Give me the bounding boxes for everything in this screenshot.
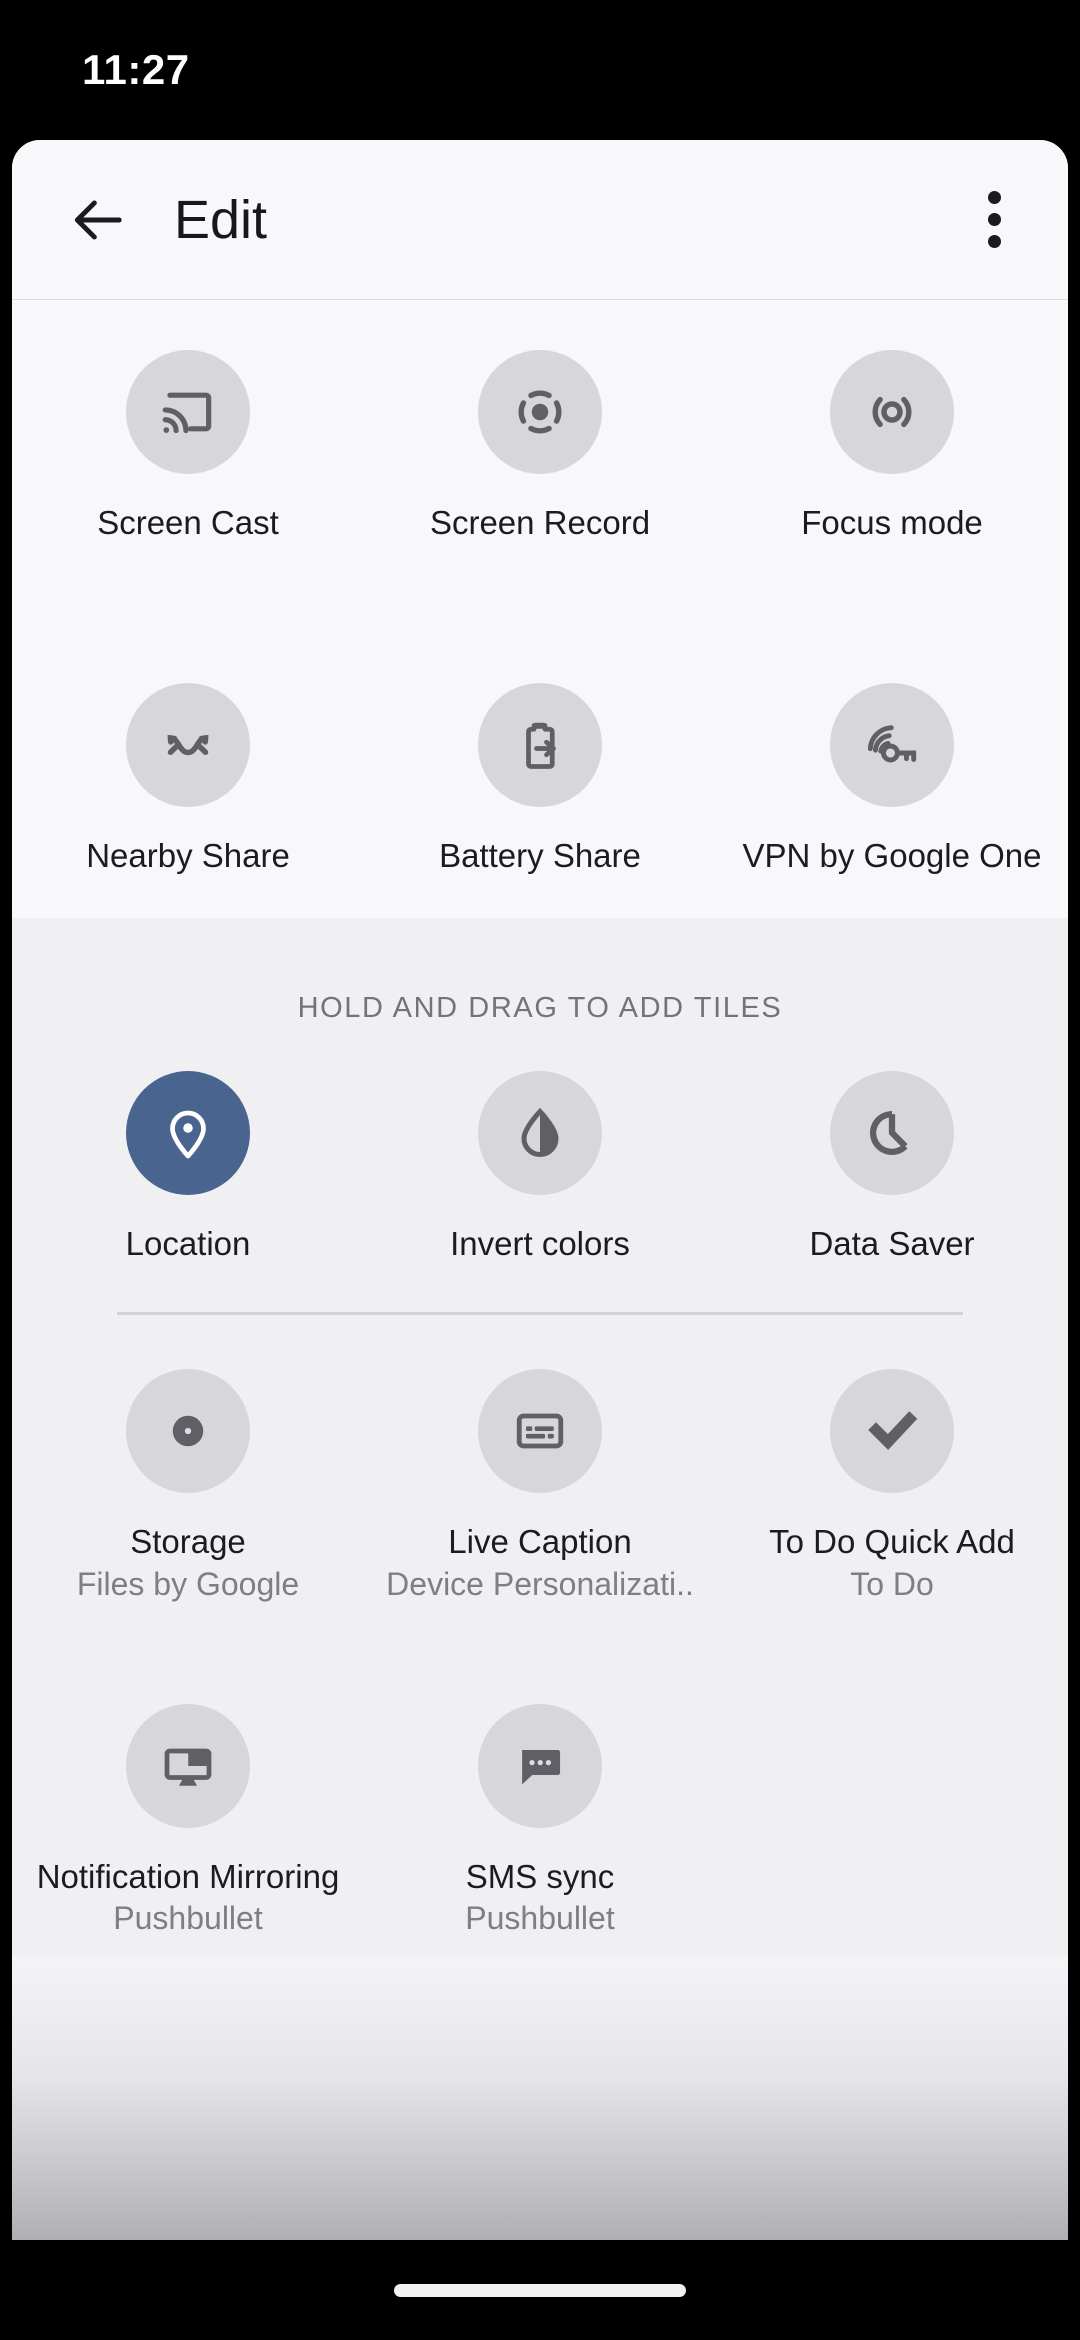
tile-label: VPN by Google One (742, 836, 1042, 874)
tile-label: Screen Cast (97, 504, 279, 541)
tile-row: Location Invert colors Data Saver (12, 1041, 1068, 1282)
system-nav-bar (0, 2240, 1080, 2340)
tile-vpn-by-google-one[interactable]: VPN by Google One (716, 653, 1068, 894)
status-bar-clock: 11:27 (82, 46, 190, 93)
phone-screen: 11:27 Edit Screen Cast Screen Record Foc… (0, 0, 1080, 2340)
tile-nearby-share[interactable]: Nearby Share (12, 653, 364, 894)
tile-screen-cast[interactable]: Screen Cast (12, 320, 364, 561)
tile-notification-mirroring[interactable]: Notification Mirroring Pushbullet (12, 1674, 364, 1957)
add-tiles-section: HOLD AND DRAG TO ADD TILES Location Inve… (12, 917, 1068, 1957)
tile-icon-wrap (830, 682, 954, 807)
tile-data-saver[interactable]: Data Saver (716, 1041, 1068, 1282)
tile-icon-wrap (830, 1070, 954, 1195)
storage-disc-icon (158, 1401, 218, 1461)
more-vert-icon (987, 191, 1001, 248)
battery-share-icon (510, 715, 570, 775)
tile-icon-wrap (126, 1703, 250, 1828)
tile-label: Notification Mirroring (36, 1857, 340, 1895)
tile-label: Live Caption (448, 1522, 632, 1560)
tile-icon-wrap (478, 1070, 602, 1195)
tile-battery-share[interactable]: Battery Share (364, 653, 716, 894)
invert-colors-icon (510, 1103, 570, 1163)
tile-label: SMS sync (465, 1857, 615, 1895)
tile-location[interactable]: Location (12, 1041, 364, 1282)
home-indicator[interactable] (394, 2283, 686, 2297)
vpn-key-icon (861, 714, 923, 776)
check-icon (862, 1401, 922, 1461)
section-divider-wrap (12, 1282, 1068, 1315)
row-spacer (12, 1622, 1068, 1674)
tile-screen-record[interactable]: Screen Record (364, 320, 716, 561)
current-tiles-section: Screen Cast Screen Record Focus mode Nea… (12, 300, 1068, 918)
tile-icon-wrap (478, 1368, 602, 1493)
tile-icon-wrap (126, 350, 250, 474)
tile-icon-wrap (126, 1368, 250, 1493)
tile-label: To Do Quick Add (769, 1522, 1015, 1560)
tile-label: Screen Record (429, 504, 651, 541)
scroll-fade-overlay (12, 1960, 1068, 2240)
add-tiles-section-header: HOLD AND DRAG TO ADD TILES (297, 991, 783, 1024)
status-bar: 11:27 (0, 0, 1080, 140)
app-bar: Edit (12, 140, 1068, 300)
sms-bubble-icon (511, 1737, 569, 1795)
monitor-notification-icon (158, 1736, 218, 1796)
tile-row: Screen Cast Screen Record Focus mode (12, 320, 1068, 561)
tile-label: Battery Share (439, 836, 641, 874)
tile-storage[interactable]: Storage Files by Google (12, 1339, 364, 1622)
focus-mode-icon (861, 381, 923, 443)
tile-label: Storage (130, 1522, 246, 1560)
tile-sublabel: To Do (850, 1565, 934, 1602)
tile-icon-wrap (830, 1368, 954, 1493)
page-title: Edit (174, 189, 268, 250)
arrow-back-icon (67, 189, 129, 251)
tile-sms-sync[interactable]: SMS sync Pushbullet (364, 1674, 716, 1957)
screen-record-icon (509, 381, 571, 443)
tiles-scroll-area[interactable]: Screen Cast Screen Record Focus mode Nea… (12, 300, 1068, 2240)
tile-live-caption[interactable]: Live Caption Device Personalizati.. (364, 1339, 716, 1622)
overflow-menu-button[interactable] (954, 172, 1034, 268)
tile-label: Data Saver (809, 1224, 975, 1262)
back-button[interactable] (50, 172, 146, 268)
tile-sublabel: Pushbullet (465, 1900, 615, 1937)
tile-icon-wrap (126, 1070, 250, 1195)
tile-focus-mode[interactable]: Focus mode (716, 320, 1068, 561)
tile-label: Location (125, 1224, 251, 1262)
tile-sublabel: Device Personalizati.. (386, 1565, 694, 1602)
tile-icon-wrap (478, 1703, 602, 1828)
tile-label: Invert colors (450, 1224, 630, 1262)
tile-icon-wrap (478, 350, 602, 474)
live-caption-icon (511, 1402, 569, 1460)
row-spacer (12, 561, 1068, 653)
tile-label: Nearby Share (86, 836, 290, 874)
tile-icon-wrap (830, 350, 954, 474)
tile-row: Storage Files by Google Live Caption Dev… (12, 1315, 1068, 1622)
tile-sublabel: Pushbullet (113, 1900, 263, 1937)
nearby-share-icon (158, 715, 218, 775)
cast-icon (157, 381, 219, 443)
tile-row: Nearby Share Battery Share VPN by Google… (12, 653, 1068, 894)
tile-icon-wrap (478, 682, 602, 807)
tile-invert-colors[interactable]: Invert colors (364, 1041, 716, 1282)
location-pin-icon (158, 1103, 218, 1163)
tile-sublabel: Files by Google (76, 1565, 300, 1602)
tile-to-do-quick-add[interactable]: To Do Quick Add To Do (716, 1339, 1068, 1622)
tile-label: Focus mode (801, 504, 983, 541)
tile-icon-wrap (126, 682, 250, 807)
tile-empty-slot (716, 1674, 1068, 1957)
tile-row: Notification Mirroring Pushbullet SMS sy… (12, 1674, 1068, 1957)
data-saver-icon (863, 1104, 921, 1162)
app-window: Edit Screen Cast Screen Record Focus mod… (12, 140, 1068, 2240)
